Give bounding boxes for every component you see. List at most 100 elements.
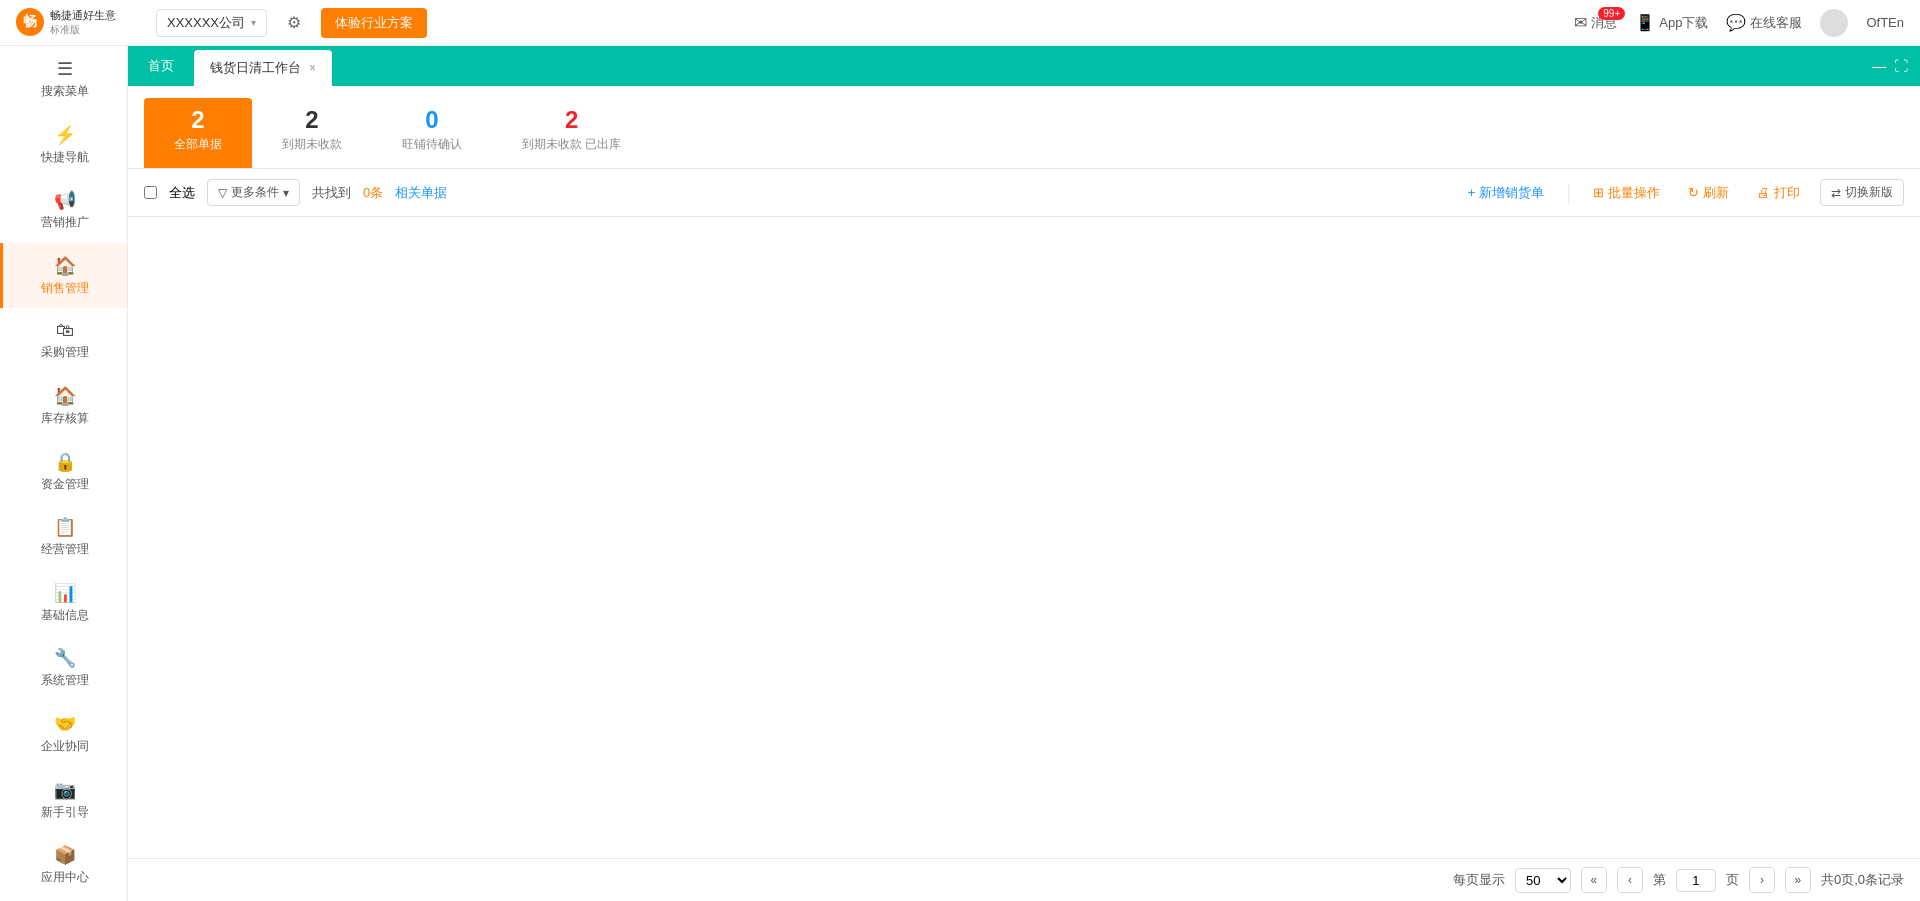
prev-page-button[interactable]: ‹ (1617, 867, 1643, 893)
per-page-select[interactable]: 50 100 200 (1515, 868, 1571, 893)
pagination: 每页显示 50 100 200 « ‹ 第 页 › » 共0页,0条记录 (128, 858, 1920, 901)
stats-desc-1: 到期未收款 (282, 136, 342, 153)
sys-mgmt-icon: 🔧 (54, 647, 76, 669)
print-button[interactable]: 🖨 打印 (1749, 180, 1808, 206)
app-center-label: 应用中心 (41, 870, 89, 886)
finance-label: 资金管理 (41, 477, 89, 493)
divider-1 (1568, 183, 1569, 203)
stats-desc-0: 全部单据 (174, 136, 222, 153)
switch-button[interactable]: ⇄ 切换新版 (1820, 179, 1904, 206)
sidebar-item-finance[interactable]: 🔒 资金管理 (0, 439, 127, 505)
toolbar-left: 全选 ▽ 更多条件 ▾ 共找到 0条 相关单据 (144, 179, 1448, 206)
found-prefix: 共找到 (312, 184, 351, 202)
message-button[interactable]: ✉ 消息 99+ (1574, 13, 1617, 32)
topbar-right: ✉ 消息 99+ 📱 App下载 💬 在线客服 OfTEn (1574, 9, 1904, 37)
layout: ☰ 搜索菜单 ⚡ 快捷导航 📢 营销推广 🏠 销售管理 🛍 采购管理 🏠 库存核… (0, 46, 1920, 901)
print-icon: 🖨 (1757, 185, 1770, 200)
app-download-button[interactable]: 📱 App下载 (1635, 13, 1708, 32)
purchase-label: 采购管理 (41, 345, 89, 361)
batch-icon: ⊞ (1593, 185, 1604, 200)
quick-nav-label: 快捷导航 (41, 150, 89, 166)
inventory-icon: 🏠 (54, 385, 76, 407)
filter-button[interactable]: ▽ 更多条件 ▾ (207, 179, 300, 206)
purchase-icon: 🛍 (56, 320, 74, 341)
guide-label: 新手引导 (41, 805, 89, 821)
page-label: 第 (1653, 871, 1666, 889)
sidebar-item-marketing[interactable]: 📢 营销推广 (0, 177, 127, 243)
sidebar-item-operations[interactable]: 📋 经营管理 (0, 504, 127, 570)
toolbar-right: + 新增销货单 ⊞ 批量操作 ↻ 刷新 🖨 打印 (1460, 179, 1904, 206)
app-download-icon: 📱 (1635, 13, 1655, 32)
brand-text: 畅捷通好生意 标准版 (50, 8, 116, 36)
tab-bar: 首页 钱货日清工作台 × — ⛶ (128, 46, 1920, 86)
page-suffix: 页 (1726, 871, 1739, 889)
stats-desc-3: 到期未收款 已出库 (522, 136, 621, 153)
tab-controls: — ⛶ (1872, 58, 1920, 74)
print-label: 打印 (1774, 184, 1800, 202)
stats-tab-2[interactable]: 0 旺铺待确认 (372, 98, 492, 168)
filter-arrow-icon: ▾ (283, 186, 289, 200)
stats-tab-1[interactable]: 2 到期未收款 (252, 98, 372, 168)
online-service-label: 在线客服 (1750, 14, 1802, 32)
sys-mgmt-label: 系统管理 (41, 673, 89, 689)
online-service-icon: 💬 (1726, 13, 1746, 32)
app-center-icon: 📦 (54, 844, 76, 866)
base-info-icon: 📊 (54, 582, 76, 604)
per-page-label: 每页显示 (1453, 871, 1505, 889)
settings-button[interactable]: ⚙ (279, 8, 309, 38)
topbar-left: 畅 畅捷通好生意 标准版 XXXXXX公司 ▾ ⚙ 体验行业方案 (16, 8, 427, 38)
first-page-button[interactable]: « (1581, 867, 1607, 893)
tab-close-icon[interactable]: × (309, 50, 316, 86)
related-button[interactable]: 相关单据 (395, 184, 447, 202)
tab-home[interactable]: 首页 (128, 46, 194, 86)
sidebar-item-base-info[interactable]: 📊 基础信息 (0, 570, 127, 636)
sidebar-item-search-menu[interactable]: ☰ 搜索菜单 (0, 46, 127, 112)
base-info-label: 基础信息 (41, 608, 89, 624)
stats-tab-0[interactable]: 2 全部单据 (144, 98, 252, 168)
username: OfTEn (1866, 15, 1904, 30)
sidebar-item-guide[interactable]: 📷 新手引导 (0, 767, 127, 833)
avatar[interactable] (1820, 9, 1848, 37)
stats-num-1: 2 (305, 106, 318, 134)
total-label: 共0页,0条记录 (1821, 871, 1904, 889)
sidebar-item-purchase[interactable]: 🛍 采购管理 (0, 308, 127, 373)
next-page-button[interactable]: › (1749, 867, 1775, 893)
company-name: XXXXXX公司 (167, 14, 245, 32)
stats-desc-2: 旺铺待确认 (402, 136, 462, 153)
sales-label: 销售管理 (41, 281, 89, 297)
refresh-button[interactable]: ↻ 刷新 (1680, 180, 1737, 206)
page-input[interactable] (1676, 869, 1716, 892)
sales-icon: 🏠 (54, 255, 76, 277)
cooperation-icon: 🤝 (54, 713, 76, 735)
batch-label: 批量操作 (1608, 184, 1660, 202)
batch-button[interactable]: ⊞ 批量操作 (1585, 180, 1668, 206)
select-all-checkbox[interactable] (144, 186, 157, 199)
sidebar-item-quick-nav[interactable]: ⚡ 快捷导航 (0, 112, 127, 178)
sidebar-item-inventory[interactable]: 🏠 库存核算 (0, 373, 127, 439)
last-page-button[interactable]: » (1785, 867, 1811, 893)
tab-minimize-icon[interactable]: — (1872, 58, 1886, 74)
stats-num-3: 2 (565, 106, 578, 134)
sidebar-item-app-center[interactable]: 📦 应用中心 (0, 832, 127, 898)
tab-current-label: 钱货日清工作台 (210, 50, 301, 86)
online-service-button[interactable]: 💬 在线客服 (1726, 13, 1802, 32)
company-arrow-icon: ▾ (251, 17, 256, 28)
refresh-label: 刷新 (1703, 184, 1729, 202)
stats-num-2: 0 (425, 106, 438, 134)
company-selector[interactable]: XXXXXX公司 ▾ (156, 9, 267, 37)
guide-icon: 📷 (54, 779, 76, 801)
tab-maximize-icon[interactable]: ⛶ (1894, 58, 1908, 74)
sidebar-item-cooperation[interactable]: 🤝 企业协同 (0, 701, 127, 767)
filter-icon: ▽ (218, 186, 227, 200)
tab-current[interactable]: 钱货日清工作台 × (194, 50, 332, 86)
switch-label: 切换新版 (1845, 184, 1893, 201)
trial-button[interactable]: 体验行业方案 (321, 8, 427, 38)
sidebar-item-sys-mgmt[interactable]: 🔧 系统管理 (0, 635, 127, 701)
toolbar: 全选 ▽ 更多条件 ▾ 共找到 0条 相关单据 + 新增销货单 (128, 169, 1920, 217)
brand-icon: 畅 (16, 8, 44, 36)
new-order-button[interactable]: + 新增销货单 (1460, 180, 1552, 206)
sidebar-item-sales[interactable]: 🏠 销售管理 (0, 243, 127, 309)
stats-num-0: 2 (191, 106, 204, 134)
marketing-icon: 📢 (54, 189, 76, 211)
stats-tab-3[interactable]: 2 到期未收款 已出库 (492, 98, 651, 168)
